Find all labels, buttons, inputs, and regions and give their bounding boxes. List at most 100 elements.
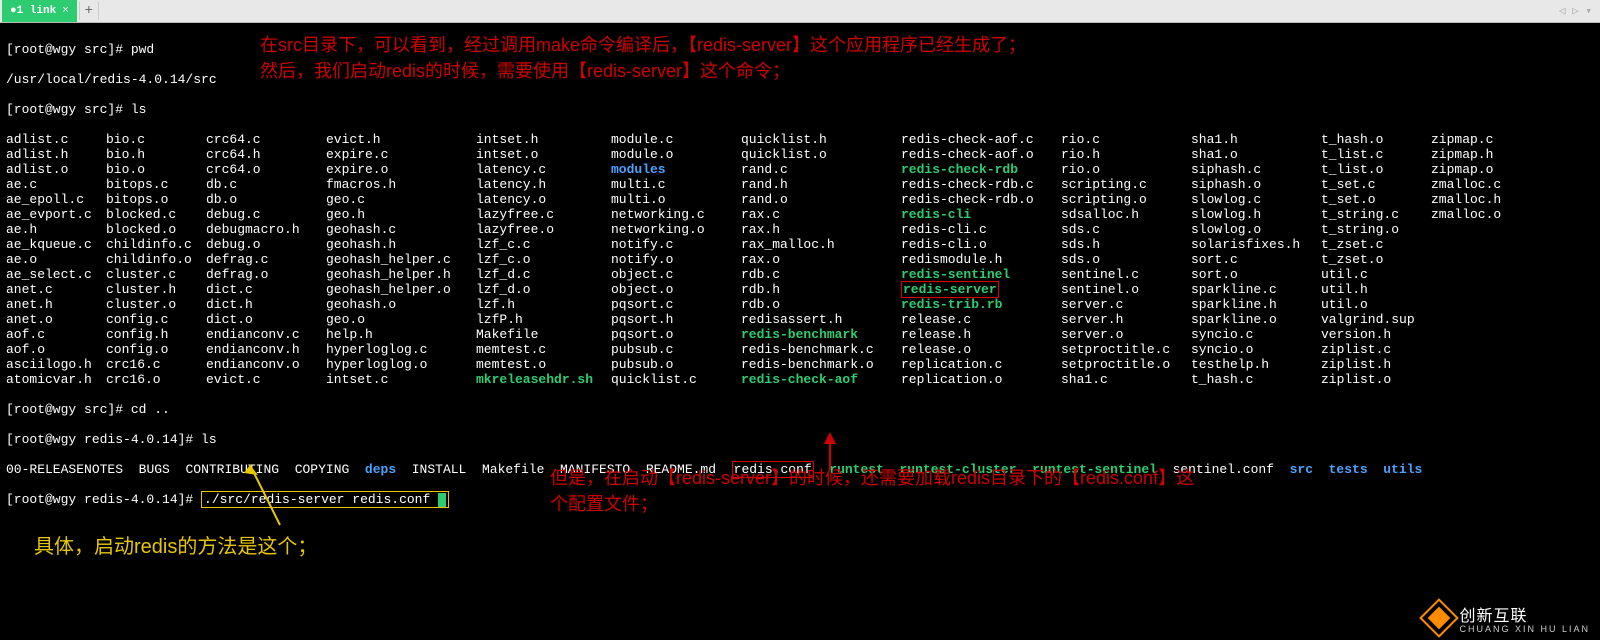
ls-cell: latency.h: [476, 177, 611, 192]
ls-cell: quicklist.o: [741, 147, 901, 162]
ls-cell: crc64.c: [206, 132, 326, 147]
ls-cell: rand.h: [741, 177, 901, 192]
ls-cell: rand.o: [741, 192, 901, 207]
ls-cell: t_set.o: [1321, 192, 1431, 207]
ls-cell: Makefile: [476, 327, 611, 342]
ls-cell: rand.c: [741, 162, 901, 177]
ls-cell: lzf_d.c: [476, 267, 611, 282]
ls-cell: t_list.c: [1321, 147, 1431, 162]
ls-cell: redis-cli.c: [901, 222, 1061, 237]
ls-cell: t_zset.c: [1321, 237, 1431, 252]
ls2-item: Makefile: [482, 462, 544, 477]
ls-cell: ae.h: [6, 222, 106, 237]
ls-cell: sort.o: [1191, 267, 1321, 282]
ls-cell: util.c: [1321, 267, 1431, 282]
command-highlight: ./src/redis-server redis.conf: [201, 491, 449, 508]
ls-cell: redis-check-rdb: [901, 162, 1061, 177]
ls2-output: 00-RELEASENOTES BUGS CONTRIBUTING COPYIN…: [6, 462, 1594, 477]
ls-cell: setproctitle.o: [1061, 357, 1191, 372]
ls-cell: anet.h: [6, 297, 106, 312]
ls-cell: lzf_c.o: [476, 252, 611, 267]
ls-cell: [1431, 312, 1521, 327]
ls-cell: ae_kqueue.c: [6, 237, 106, 252]
ls2-item: README.md: [646, 462, 716, 477]
ls-cell: syncio.c: [1191, 327, 1321, 342]
ls-output: adlist.cbio.ccrc64.cevict.hintset.hmodul…: [6, 132, 1594, 387]
ls-cell: geohash.o: [326, 297, 476, 312]
ls-cell: pqsort.o: [611, 327, 741, 342]
ls-cell: zipmap.c: [1431, 132, 1521, 147]
ls-cell: slowlog.c: [1191, 192, 1321, 207]
ls-cell: [1431, 297, 1521, 312]
ls-cell: endianconv.o: [206, 357, 326, 372]
ls-cell: rax_malloc.h: [741, 237, 901, 252]
close-icon[interactable]: ×: [62, 5, 69, 17]
watermark: 创新互联 CHUANG XIN HU LIAN: [1425, 602, 1590, 634]
ls-cell: redis-cli.o: [901, 237, 1061, 252]
nav-arrows[interactable]: ◁ ▷ ▾: [1559, 4, 1600, 18]
ls-cell: server.o: [1061, 327, 1191, 342]
ls-cell: geohash.c: [326, 222, 476, 237]
ls-cell: sentinel.o: [1061, 282, 1191, 297]
ls-cell: redis-check-aof.c: [901, 132, 1061, 147]
ls-cell: config.o: [106, 342, 206, 357]
ls-cell: testhelp.h: [1191, 357, 1321, 372]
ls2-item: redis.conf: [732, 461, 814, 478]
ls-cell: rax.c: [741, 207, 901, 222]
ls-cell: adlist.o: [6, 162, 106, 177]
ls-cell: [1431, 342, 1521, 357]
ls-cell: replication.o: [901, 372, 1061, 387]
ls-cell: endianconv.c: [206, 327, 326, 342]
ls-cell: blocked.o: [106, 222, 206, 237]
watermark-text: 创新互联: [1459, 608, 1527, 625]
ls-cell: crc16.o: [106, 372, 206, 387]
new-tab-button[interactable]: +: [79, 2, 99, 20]
ls-cell: sparkline.o: [1191, 312, 1321, 327]
ls-cell: memtest.o: [476, 357, 611, 372]
ls-cell: ae.o: [6, 252, 106, 267]
ls-cell: redis-cli: [901, 207, 1061, 222]
ls2-item: INSTALL: [412, 462, 467, 477]
ls-cell: sort.c: [1191, 252, 1321, 267]
ls-cell: debug.o: [206, 237, 326, 252]
ls-cell: quicklist.h: [741, 132, 901, 147]
ls-cell: networking.o: [611, 222, 741, 237]
ls-cell: ziplist.h: [1321, 357, 1431, 372]
ls-cell: redisassert.h: [741, 312, 901, 327]
ls-cell: cluster.h: [106, 282, 206, 297]
ls-cell: hyperloglog.o: [326, 357, 476, 372]
ls-cell: evict.c: [206, 372, 326, 387]
ls-cell: rio.h: [1061, 147, 1191, 162]
ls-cell: lazyfree.c: [476, 207, 611, 222]
ls-cell: atomicvar.h: [6, 372, 106, 387]
ls-cell: t_list.o: [1321, 162, 1431, 177]
ls-cell: object.c: [611, 267, 741, 282]
ls-cell: t_string.c: [1321, 207, 1431, 222]
ls-cell: cluster.o: [106, 297, 206, 312]
ls-cell: t_zset.o: [1321, 252, 1431, 267]
ls-cell: replication.c: [901, 357, 1061, 372]
ls-cell: crc64.h: [206, 147, 326, 162]
ls2-item: utils: [1383, 462, 1422, 477]
ls-cell: pqsort.c: [611, 297, 741, 312]
ls-cell: [1431, 357, 1521, 372]
ls-cell: fmacros.h: [326, 177, 476, 192]
ls-cell: crc64.o: [206, 162, 326, 177]
ls-cell: asciilogo.h: [6, 357, 106, 372]
tab-active[interactable]: ● 1 link ×: [2, 0, 77, 22]
ls-cell: ae_select.c: [6, 267, 106, 282]
terminal[interactable]: [root@wgy src]# pwd /usr/local/redis-4.0…: [0, 23, 1600, 526]
ls-cell: sds.c: [1061, 222, 1191, 237]
ls-cell: pubsub.c: [611, 342, 741, 357]
ls-cell: redis-benchmark.o: [741, 357, 901, 372]
ls-cell: bitops.o: [106, 192, 206, 207]
ls-cell: redis-sentinel: [901, 267, 1061, 282]
ls-cell: latency.o: [476, 192, 611, 207]
ls-cell: solarisfixes.h: [1191, 237, 1321, 252]
ls-cell: crc16.c: [106, 357, 206, 372]
ls-cell: sparkline.h: [1191, 297, 1321, 312]
ls-cell: ziplist.o: [1321, 372, 1431, 387]
ls-cell: geo.c: [326, 192, 476, 207]
ls-cell: multi.c: [611, 177, 741, 192]
ls-cell: networking.c: [611, 207, 741, 222]
